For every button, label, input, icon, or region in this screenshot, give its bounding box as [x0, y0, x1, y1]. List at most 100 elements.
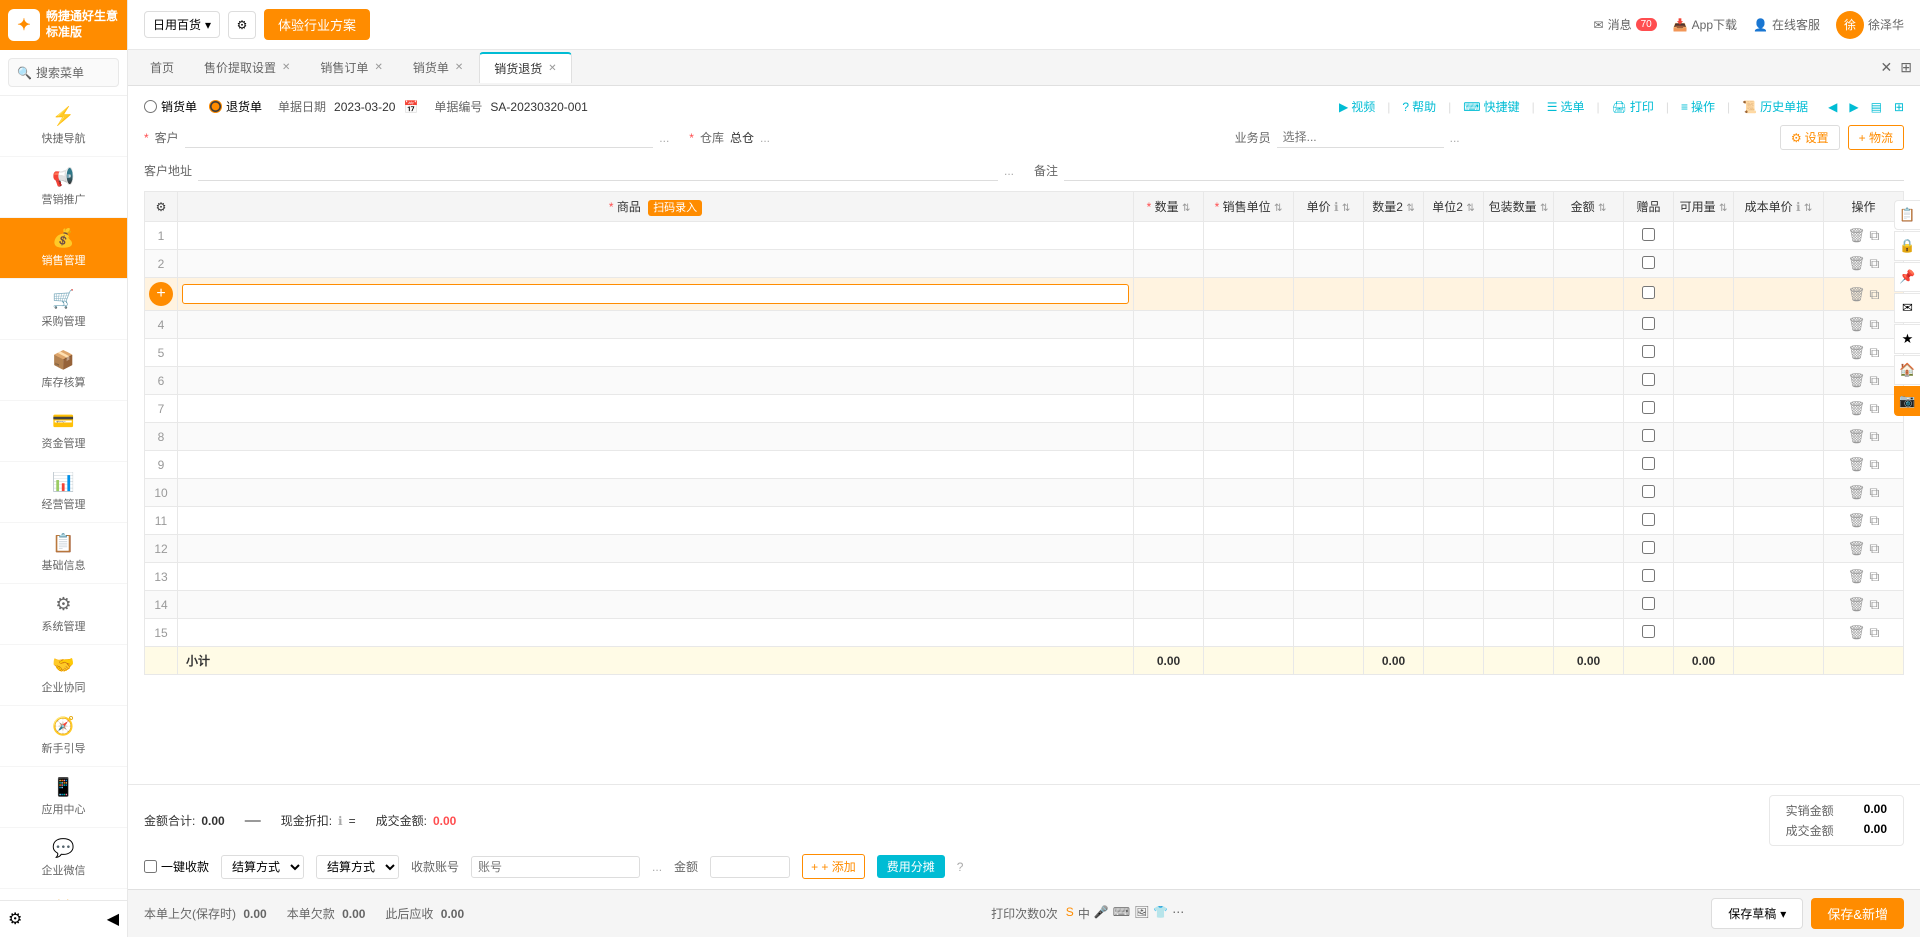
- tab-sales-order-close[interactable]: ✕: [374, 62, 382, 73]
- one-click-payment-checkbox[interactable]: [144, 860, 157, 873]
- calendar-icon[interactable]: 📅: [403, 100, 418, 114]
- copy-row-3-button[interactable]: ⧉: [1869, 286, 1879, 303]
- gift-checkbox-13[interactable]: [1642, 569, 1655, 582]
- gift-checkbox-12[interactable]: [1642, 541, 1655, 554]
- copy-row-12-button[interactable]: ⧉: [1869, 540, 1879, 557]
- gift-checkbox-6[interactable]: [1642, 373, 1655, 386]
- unit-cell-3[interactable]: [1204, 278, 1294, 311]
- pack-sort-icon[interactable]: ⇅: [1540, 203, 1548, 214]
- amount-sort-icon[interactable]: ⇅: [1598, 203, 1606, 214]
- topbar-settings-button[interactable]: ⚙: [228, 11, 256, 39]
- list-view-button[interactable]: ▤: [1871, 100, 1882, 114]
- split-help-icon[interactable]: ?: [957, 860, 964, 874]
- delete-row-5-button[interactable]: 🗑: [1848, 344, 1866, 361]
- radio-return-label[interactable]: 退货单: [209, 98, 262, 115]
- sidebar-item-system[interactable]: ⚙ 系统管理: [0, 584, 127, 645]
- copy-row-5-button[interactable]: ⧉: [1869, 344, 1879, 361]
- shortcut-action[interactable]: ⌨ 快捷键: [1463, 98, 1519, 115]
- copy-row-13-button[interactable]: ⧉: [1869, 568, 1879, 585]
- unit2-cell-1[interactable]: [1424, 222, 1484, 250]
- unit-sort-icon[interactable]: ⇅: [1274, 203, 1282, 214]
- experience-button[interactable]: 体验行业方案: [264, 9, 370, 40]
- app-download-item[interactable]: 📥 App下载: [1673, 16, 1737, 33]
- select-action[interactable]: ☰ 选单: [1547, 98, 1585, 115]
- amount-cell-2[interactable]: [1554, 250, 1624, 278]
- tab-price-settings[interactable]: 售价提取设置 ✕: [190, 53, 304, 82]
- delete-row-11-button[interactable]: 🗑: [1848, 512, 1866, 529]
- sidebar-item-newbie[interactable]: 🧭 新手引导: [0, 706, 127, 767]
- copy-row-9-button[interactable]: ⧉: [1869, 456, 1879, 473]
- gift-checkbox-2[interactable]: [1642, 256, 1655, 269]
- price-info-icon[interactable]: ℹ: [1334, 200, 1339, 214]
- tab-sales-return-close[interactable]: ✕: [548, 63, 556, 74]
- product-input-3[interactable]: [182, 284, 1129, 304]
- tab-sales-return[interactable]: 销货退货 ✕: [479, 52, 571, 83]
- history-action[interactable]: 📜 历史单据: [1742, 98, 1808, 115]
- delete-row-8-button[interactable]: 🗑: [1848, 428, 1866, 445]
- product-cell-1[interactable]: [178, 222, 1134, 250]
- user-profile[interactable]: 徐 徐泽华: [1836, 11, 1904, 39]
- delete-row-9-button[interactable]: 🗑: [1848, 456, 1866, 473]
- copy-row-4-button[interactable]: ⧉: [1869, 316, 1879, 333]
- sidebar-item-marketing[interactable]: 📢 营销推广: [0, 157, 127, 218]
- prev-record-button[interactable]: ◀: [1828, 100, 1837, 114]
- copy-row-15-button[interactable]: ⧉: [1869, 624, 1879, 641]
- cost-split-button[interactable]: 费用分摊: [877, 855, 945, 878]
- delete-row-15-button[interactable]: 🗑: [1848, 624, 1866, 641]
- add-account-button[interactable]: + + 添加: [802, 854, 865, 879]
- copy-row-10-button[interactable]: ⧉: [1869, 484, 1879, 501]
- gift-checkbox-9[interactable]: [1642, 457, 1655, 470]
- salesperson-input[interactable]: [1277, 127, 1444, 148]
- sidebar-item-operations[interactable]: 📊 经营管理: [0, 462, 127, 523]
- gift-checkbox-7[interactable]: [1642, 401, 1655, 414]
- right-edge-btn-3[interactable]: 📌: [1894, 262, 1920, 292]
- delete-row-4-button[interactable]: 🗑: [1848, 316, 1866, 333]
- qty2-cell-2[interactable]: [1364, 250, 1424, 278]
- gift-cell-3[interactable]: [1624, 278, 1674, 311]
- scan-input-button[interactable]: 扫码录入: [648, 200, 702, 216]
- online-service-item[interactable]: 👤 在线客服: [1753, 16, 1820, 33]
- sidebar-item-basic-info[interactable]: 📋 基础信息: [0, 523, 127, 584]
- save-draft-button[interactable]: 保存草稿 ▾: [1711, 898, 1803, 929]
- video-action[interactable]: ▶ 视频: [1339, 98, 1375, 115]
- th-settings[interactable]: ⚙: [145, 192, 178, 222]
- copy-row-1-button[interactable]: ⧉: [1869, 227, 1879, 244]
- qty2-cell-3[interactable]: [1364, 278, 1424, 311]
- remark-input[interactable]: [1064, 160, 1904, 181]
- add-row-cell[interactable]: +: [145, 278, 178, 311]
- unit2-sort-icon[interactable]: ⇅: [1466, 203, 1474, 214]
- available-sort-icon[interactable]: ⇅: [1719, 203, 1727, 214]
- logistics-button[interactable]: + 物流: [1848, 125, 1904, 150]
- address-dots[interactable]: ...: [1004, 164, 1014, 178]
- grid-view-button[interactable]: ⊞: [1894, 100, 1904, 114]
- message-item[interactable]: ✉ 消息 70: [1594, 16, 1657, 33]
- sidebar-item-app-center[interactable]: 📱 应用中心: [0, 767, 127, 828]
- sidebar-item-member[interactable]: 👑 畅会员: [0, 889, 127, 900]
- unit-cell-1[interactable]: [1204, 222, 1294, 250]
- tab-home[interactable]: 首页: [136, 53, 188, 82]
- gift-checkbox-10[interactable]: [1642, 485, 1655, 498]
- customer-dots[interactable]: ...: [659, 131, 669, 145]
- search-menu-button[interactable]: 🔍 搜索菜单: [8, 58, 119, 87]
- copy-row-7-button[interactable]: ⧉: [1869, 400, 1879, 417]
- sidebar-item-finance[interactable]: 💳 资金管理: [0, 401, 127, 462]
- pack-cell-1[interactable]: [1484, 222, 1554, 250]
- price-cell-1[interactable]: [1294, 222, 1364, 250]
- delete-row-13-button[interactable]: 🗑: [1848, 568, 1866, 585]
- qty-cell-1[interactable]: [1134, 222, 1204, 250]
- unit2-cell-2[interactable]: [1424, 250, 1484, 278]
- cost-sort-icon[interactable]: ⇅: [1804, 203, 1812, 214]
- help-action[interactable]: ? 帮助: [1402, 98, 1436, 115]
- pack-cell-2[interactable]: [1484, 250, 1554, 278]
- calc-method-select[interactable]: 结算方式: [316, 855, 399, 879]
- product-cell-3[interactable]: [178, 278, 1134, 311]
- right-edge-btn-4[interactable]: ✉: [1894, 293, 1920, 323]
- sidebar-item-sales[interactable]: 💰 销售管理: [0, 218, 127, 279]
- settlement-select[interactable]: 结算方式: [221, 855, 304, 879]
- daily-select[interactable]: 日用百货 ▾: [144, 11, 220, 38]
- copy-row-6-button[interactable]: ⧉: [1869, 372, 1879, 389]
- radio-sale-input[interactable]: [144, 100, 157, 113]
- sidebar-item-inventory[interactable]: 📦 库存核算: [0, 340, 127, 401]
- copy-row-14-button[interactable]: ⧉: [1869, 596, 1879, 613]
- sidebar-item-enterprise[interactable]: 🤝 企业协同: [0, 645, 127, 706]
